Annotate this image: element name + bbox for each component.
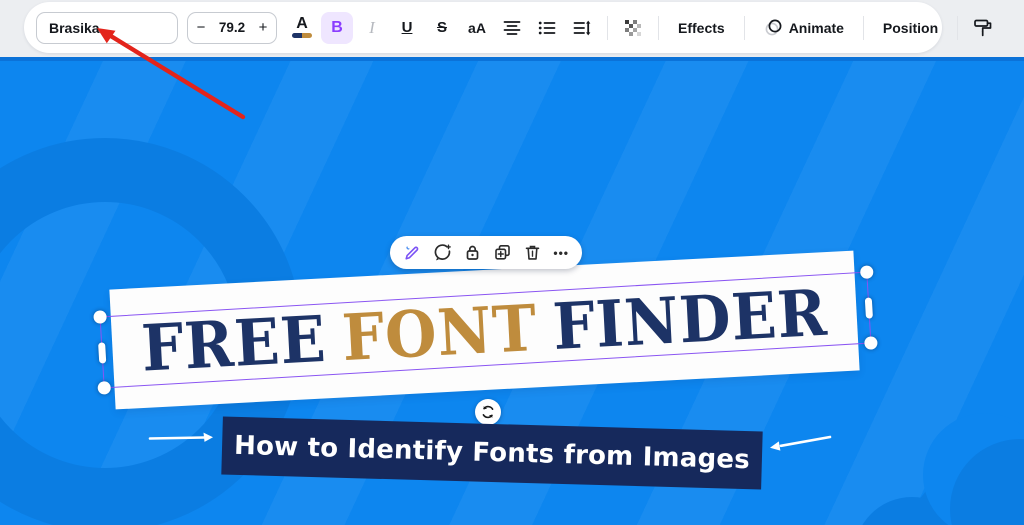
animate-label: Animate [788, 19, 844, 36]
font-name-value: Brasika [49, 19, 100, 36]
text-toolbar: Brasika − 79.2 + A B I U S aA Effects An… [24, 2, 992, 53]
bullet-list-icon [538, 21, 556, 34]
text-color-button[interactable]: A [286, 12, 318, 44]
text-color-icon: A [296, 15, 308, 32]
more-options-button[interactable]: ••• [553, 245, 569, 260]
toolbar-divider [957, 15, 959, 40]
canvas-top-edge [0, 57, 1024, 61]
subtitle-text: How to Identify Fonts from Images [233, 430, 751, 476]
design-canvas[interactable]: FREE FONT FINDER ••• How to Identify Fon… [0, 57, 1024, 525]
duplicate-icon [495, 244, 511, 260]
underline-button[interactable]: U [391, 12, 423, 44]
toolbar-divider [658, 15, 659, 40]
comment-icon [434, 244, 451, 261]
canva-editor: Brasika − 79.2 + A B I U S aA Effects An… [0, 0, 1024, 525]
font-size-stepper: − 79.2 + [187, 11, 277, 44]
transparency-icon [625, 19, 641, 36]
effects-button[interactable]: Effects [668, 12, 735, 44]
font-size-value[interactable]: 79.2 [214, 20, 250, 35]
magic-edit-pencil-icon [405, 246, 419, 260]
top-bar: Brasika − 79.2 + A B I U S aA Effects An… [0, 0, 1024, 57]
align-center-icon [503, 20, 521, 35]
toolbar-divider [743, 15, 745, 40]
line-spacing-button[interactable] [566, 12, 598, 44]
lock-icon [466, 245, 479, 260]
copy-style-button[interactable] [967, 12, 999, 44]
text-align-button[interactable] [496, 12, 528, 44]
delete-button[interactable] [523, 243, 542, 262]
rotate-icon [482, 405, 494, 419]
toolbar-divider [862, 15, 864, 40]
rotate-handle[interactable] [475, 399, 501, 425]
italic-button[interactable]: I [356, 12, 388, 44]
strikethrough-button[interactable]: S [426, 12, 458, 44]
animate-circle-icon [765, 19, 782, 36]
animate-button[interactable]: Animate [754, 12, 854, 44]
trash-icon [526, 245, 540, 260]
strikethrough-icon: S [436, 19, 447, 36]
magic-edit-button[interactable] [403, 243, 422, 262]
position-button[interactable]: Position [873, 12, 948, 44]
transparency-button[interactable] [617, 12, 649, 44]
comment-button[interactable] [433, 243, 452, 262]
paint-roller-icon [974, 19, 992, 36]
resize-handle-left[interactable] [98, 342, 107, 364]
toolbar-divider [607, 15, 608, 40]
font-size-increase-button[interactable]: + [250, 19, 276, 36]
lock-button[interactable] [463, 243, 482, 262]
bullet-list-button[interactable] [531, 12, 563, 44]
underline-icon: U [401, 19, 413, 36]
font-family-selector[interactable]: Brasika [36, 11, 178, 44]
line-spacing-icon [573, 20, 591, 35]
letter-case-icon: aA [468, 19, 486, 36]
bold-button[interactable]: B [321, 11, 353, 44]
font-size-decrease-button[interactable]: − [188, 19, 214, 36]
resize-handle-top-left[interactable] [93, 310, 107, 324]
element-toolbar: ••• [390, 236, 582, 269]
duplicate-button[interactable] [493, 243, 512, 262]
italic-icon: I [369, 17, 375, 37]
text-color-swatch [292, 33, 312, 38]
letter-case-button[interactable]: aA [461, 12, 493, 44]
more-dots-icon: ••• [553, 245, 569, 260]
resize-handle-right[interactable] [864, 297, 873, 319]
